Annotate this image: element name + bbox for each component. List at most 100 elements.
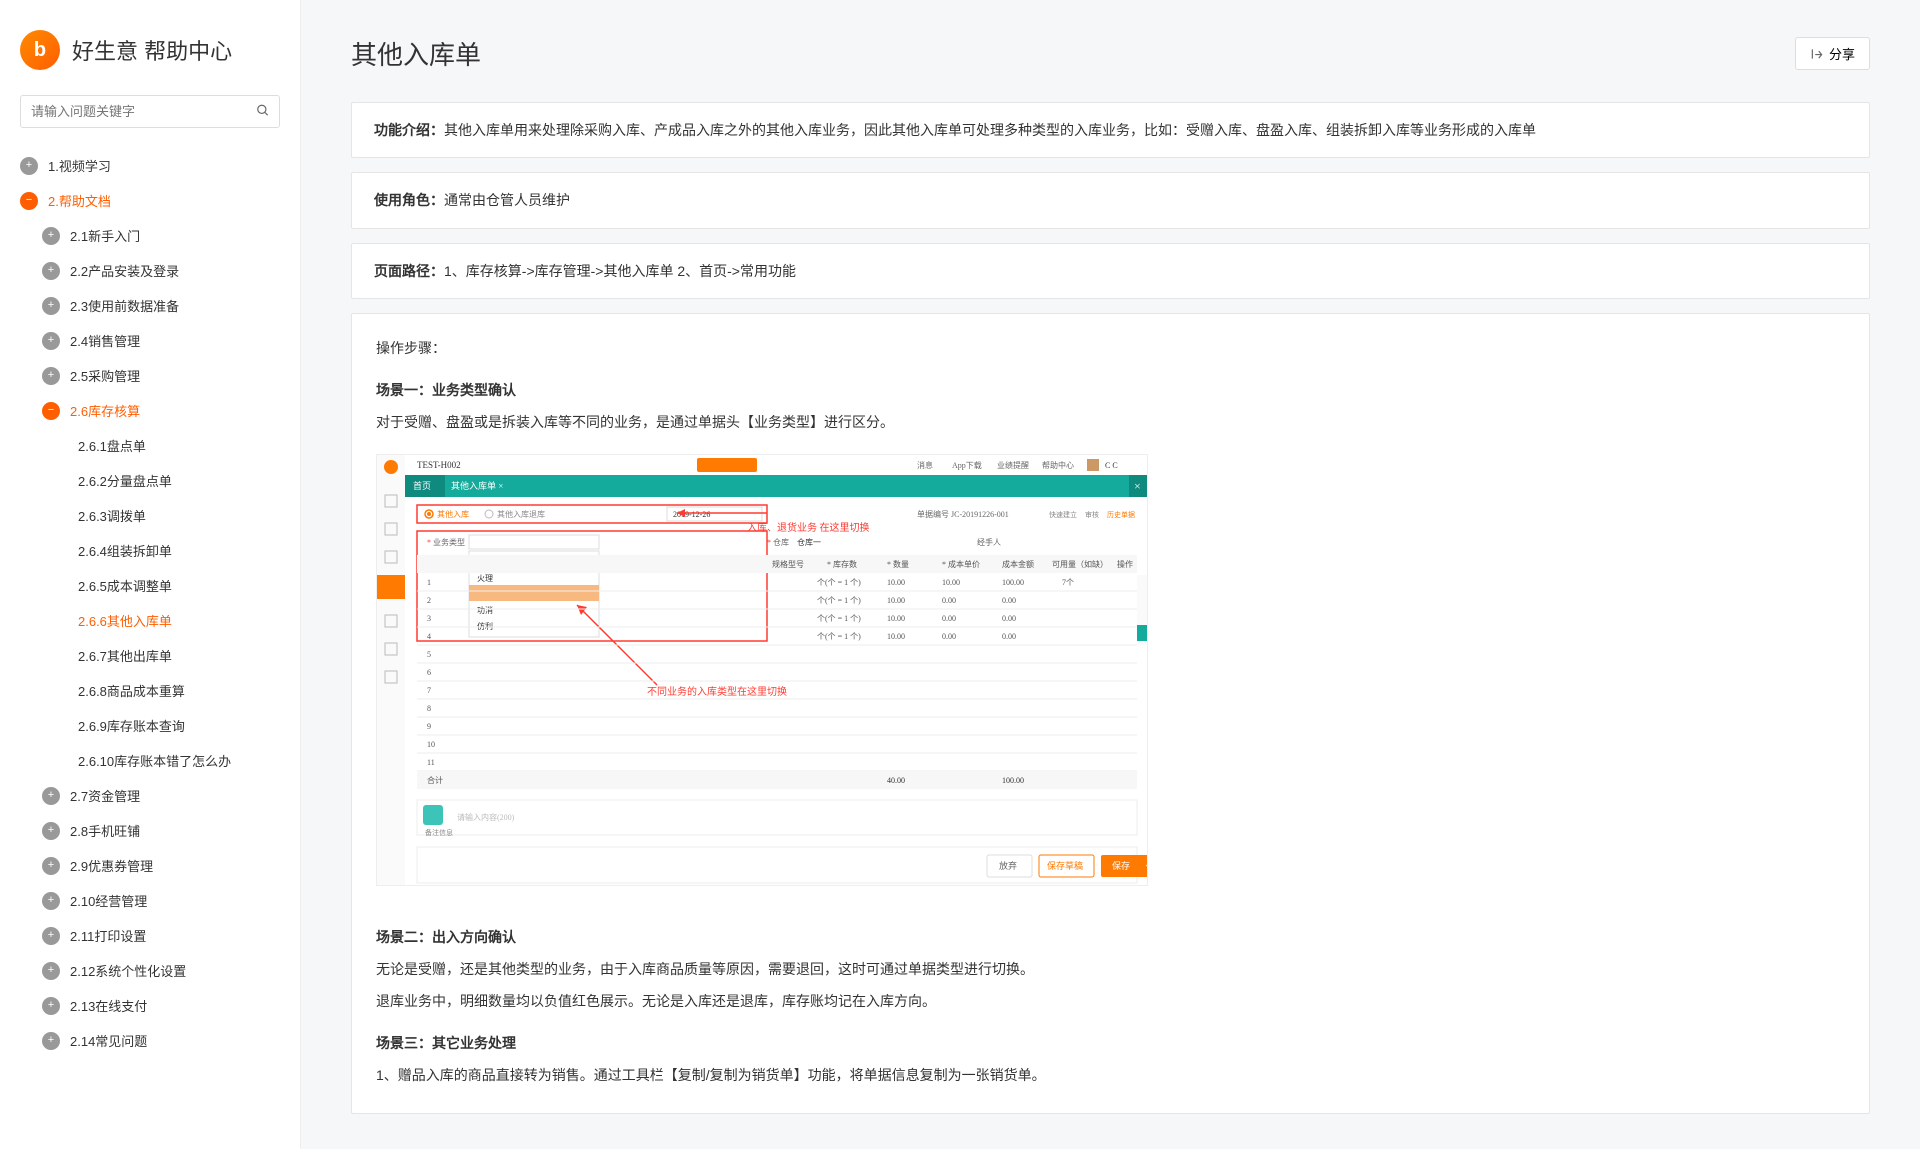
nav-2-14[interactable]: +2.14常见问题 bbox=[20, 1023, 280, 1058]
svg-text:经手人: 经手人 bbox=[977, 537, 1001, 547]
svg-text:2019-12-26: 2019-12-26 bbox=[673, 510, 710, 519]
svg-text:TEST-H002: TEST-H002 bbox=[417, 460, 461, 470]
role-label: 使用角色： bbox=[374, 192, 444, 208]
plus-icon: + bbox=[42, 1032, 60, 1050]
svg-text:40.00: 40.00 bbox=[887, 776, 905, 785]
svg-text:*: * bbox=[827, 560, 831, 569]
svg-text:火理: 火理 bbox=[477, 574, 493, 583]
scene3-title: 场景三：其它业务处理 bbox=[376, 1029, 1845, 1057]
nav-2-1[interactable]: +2.1新手入门 bbox=[20, 218, 280, 253]
nav-2-11[interactable]: +2.11打印设置 bbox=[20, 918, 280, 953]
svg-text:成本单价: 成本单价 bbox=[948, 559, 980, 569]
svg-text:*: * bbox=[942, 560, 946, 569]
nav-2-4[interactable]: +2.4销售管理 bbox=[20, 323, 280, 358]
svg-text:3: 3 bbox=[427, 614, 431, 623]
svg-text:入库、退货业务 在这里切换: 入库、退货业务 在这里切换 bbox=[747, 521, 870, 534]
role-text: 通常由仓管人员维护 bbox=[444, 192, 570, 208]
plus-icon: + bbox=[42, 297, 60, 315]
svg-text:操作: 操作 bbox=[1117, 559, 1133, 569]
nav-2-9[interactable]: +2.9优惠券管理 bbox=[20, 848, 280, 883]
nav-2-12[interactable]: +2.12系统个性化设置 bbox=[20, 953, 280, 988]
svg-text:7个: 7个 bbox=[1062, 578, 1074, 587]
nav-2-6-7[interactable]: 2.6.7其他出库单 bbox=[20, 638, 280, 673]
svg-text:个(个 = 1 个): 个(个 = 1 个) bbox=[817, 632, 861, 641]
plus-icon: + bbox=[20, 157, 38, 175]
svg-text:个(个 = 1 个): 个(个 = 1 个) bbox=[817, 614, 861, 623]
svg-text:100.00: 100.00 bbox=[1002, 578, 1024, 587]
svg-text:0.00: 0.00 bbox=[1002, 632, 1016, 641]
svg-text:单据编号 JC-20191226-001: 单据编号 JC-20191226-001 bbox=[917, 509, 1009, 519]
logo-icon: b bbox=[20, 30, 60, 70]
intro-box: 功能介绍：其他入库单用来处理除采购入库、产成品入库之外的其他入库业务，因此其他入… bbox=[351, 102, 1870, 158]
plus-icon: + bbox=[42, 787, 60, 805]
svg-text:10.00: 10.00 bbox=[942, 578, 960, 587]
nav-2-6-9[interactable]: 2.6.9库存账本查询 bbox=[20, 708, 280, 743]
search-input[interactable] bbox=[20, 95, 280, 128]
path-text: 1、库存核算->库存管理->其他入库单 2、首页->常用功能 bbox=[444, 263, 796, 279]
role-box: 使用角色：通常由仓管人员维护 bbox=[351, 172, 1870, 228]
nav-2-7[interactable]: +2.7资金管理 bbox=[20, 778, 280, 813]
svg-text:快速建立: 快速建立 bbox=[1049, 510, 1077, 519]
nav-2-3[interactable]: +2.3使用前数据准备 bbox=[20, 288, 280, 323]
nav-2-6-6[interactable]: 2.6.6其他入库单 bbox=[20, 603, 280, 638]
search-icon[interactable] bbox=[256, 103, 270, 120]
nav-2-6-3[interactable]: 2.6.3调拨单 bbox=[20, 498, 280, 533]
svg-text:成本金额: 成本金额 bbox=[1002, 559, 1034, 569]
nav-2-8[interactable]: +2.8手机旺铺 bbox=[20, 813, 280, 848]
svg-text:历史单据: 历史单据 bbox=[1107, 510, 1135, 519]
svg-text:8: 8 bbox=[427, 704, 431, 713]
svg-text:消息: 消息 bbox=[917, 460, 933, 470]
svg-text:请输入内容(200): 请输入内容(200) bbox=[457, 812, 515, 822]
nav-2-2[interactable]: +2.2产品安装及登录 bbox=[20, 253, 280, 288]
svg-text:保存: 保存 bbox=[1112, 860, 1130, 871]
nav-2-6-4[interactable]: 2.6.4组装拆卸单 bbox=[20, 533, 280, 568]
share-button[interactable]: 分享 bbox=[1795, 37, 1870, 70]
svg-text:业绩提醒: 业绩提醒 bbox=[997, 460, 1029, 470]
svg-text:备注信息: 备注信息 bbox=[425, 828, 453, 837]
share-label: 分享 bbox=[1829, 44, 1855, 63]
nav-2-6-2[interactable]: 2.6.2分量盘点单 bbox=[20, 463, 280, 498]
nav-2-5[interactable]: +2.5采购管理 bbox=[20, 358, 280, 393]
svg-text:库存数: 库存数 bbox=[833, 559, 857, 569]
svg-text:*: * bbox=[887, 560, 891, 569]
steps-box: 操作步骤： 场景一：业务类型确认 对于受赠、盘盈或是拆装入库等不同的业务，是通过… bbox=[351, 313, 1870, 1114]
embedded-screenshot: TEST-H002 消息 App下载 业绩提醒 帮助中心 C C 首页 其他 bbox=[376, 454, 1148, 886]
svg-text:数量: 数量 bbox=[893, 559, 909, 569]
plus-icon: + bbox=[42, 857, 60, 875]
nav-2-6-1[interactable]: 2.6.1盘点单 bbox=[20, 428, 280, 463]
svg-text:其他入库单 ×: 其他入库单 × bbox=[451, 480, 503, 491]
intro-label: 功能介绍： bbox=[374, 122, 444, 138]
svg-text:0.00: 0.00 bbox=[1002, 596, 1016, 605]
sidebar: b 好生意 帮助中心 +1.视频学习 −2.帮助文档 +2.1新手入门 +2.2… bbox=[0, 0, 300, 1149]
site-title: 好生意 帮助中心 bbox=[72, 34, 232, 66]
page-title: 其他入库单 bbox=[351, 35, 481, 72]
nav-2-6-10[interactable]: 2.6.10库存账本错了怎么办 bbox=[20, 743, 280, 778]
nav-docs[interactable]: −2.帮助文档 bbox=[20, 183, 280, 218]
intro-text: 其他入库单用来处理除采购入库、产成品入库之外的其他入库业务，因此其他入库单可处理… bbox=[444, 122, 1536, 138]
svg-text:2: 2 bbox=[427, 596, 431, 605]
svg-text:0.00: 0.00 bbox=[942, 632, 956, 641]
svg-text:4: 4 bbox=[427, 632, 431, 641]
minus-icon: − bbox=[42, 402, 60, 420]
plus-icon: + bbox=[42, 822, 60, 840]
svg-text:0.00: 0.00 bbox=[942, 596, 956, 605]
scene3-text: 1、赠品入库的商品直接转为销售。通过工具栏【复制/复制为销货单】功能，将单据信息… bbox=[376, 1061, 1845, 1089]
svg-text:不同业务的入库类型在这里切换: 不同业务的入库类型在这里切换 bbox=[647, 685, 787, 698]
svg-text:仓库一: 仓库一 bbox=[797, 537, 821, 547]
svg-text:6: 6 bbox=[427, 668, 431, 677]
svg-text:9: 9 bbox=[427, 722, 431, 731]
nav-2-6-8[interactable]: 2.6.8商品成本重算 bbox=[20, 673, 280, 708]
svg-text:功消: 功消 bbox=[477, 605, 493, 615]
nav-2-10[interactable]: +2.10经营管理 bbox=[20, 883, 280, 918]
svg-text:个(个 = 1 个): 个(个 = 1 个) bbox=[817, 578, 861, 587]
plus-icon: + bbox=[42, 332, 60, 350]
svg-text:10.00: 10.00 bbox=[887, 596, 905, 605]
svg-text:×: × bbox=[1134, 479, 1141, 493]
minus-icon: − bbox=[20, 192, 38, 210]
nav-2-6-5[interactable]: 2.6.5成本调整单 bbox=[20, 568, 280, 603]
svg-text:▾: ▾ bbox=[1146, 862, 1147, 871]
plus-icon: + bbox=[42, 997, 60, 1015]
nav-video[interactable]: +1.视频学习 bbox=[20, 148, 280, 183]
nav-2-6[interactable]: −2.6库存核算 bbox=[20, 393, 280, 428]
nav-2-13[interactable]: +2.13在线支付 bbox=[20, 988, 280, 1023]
